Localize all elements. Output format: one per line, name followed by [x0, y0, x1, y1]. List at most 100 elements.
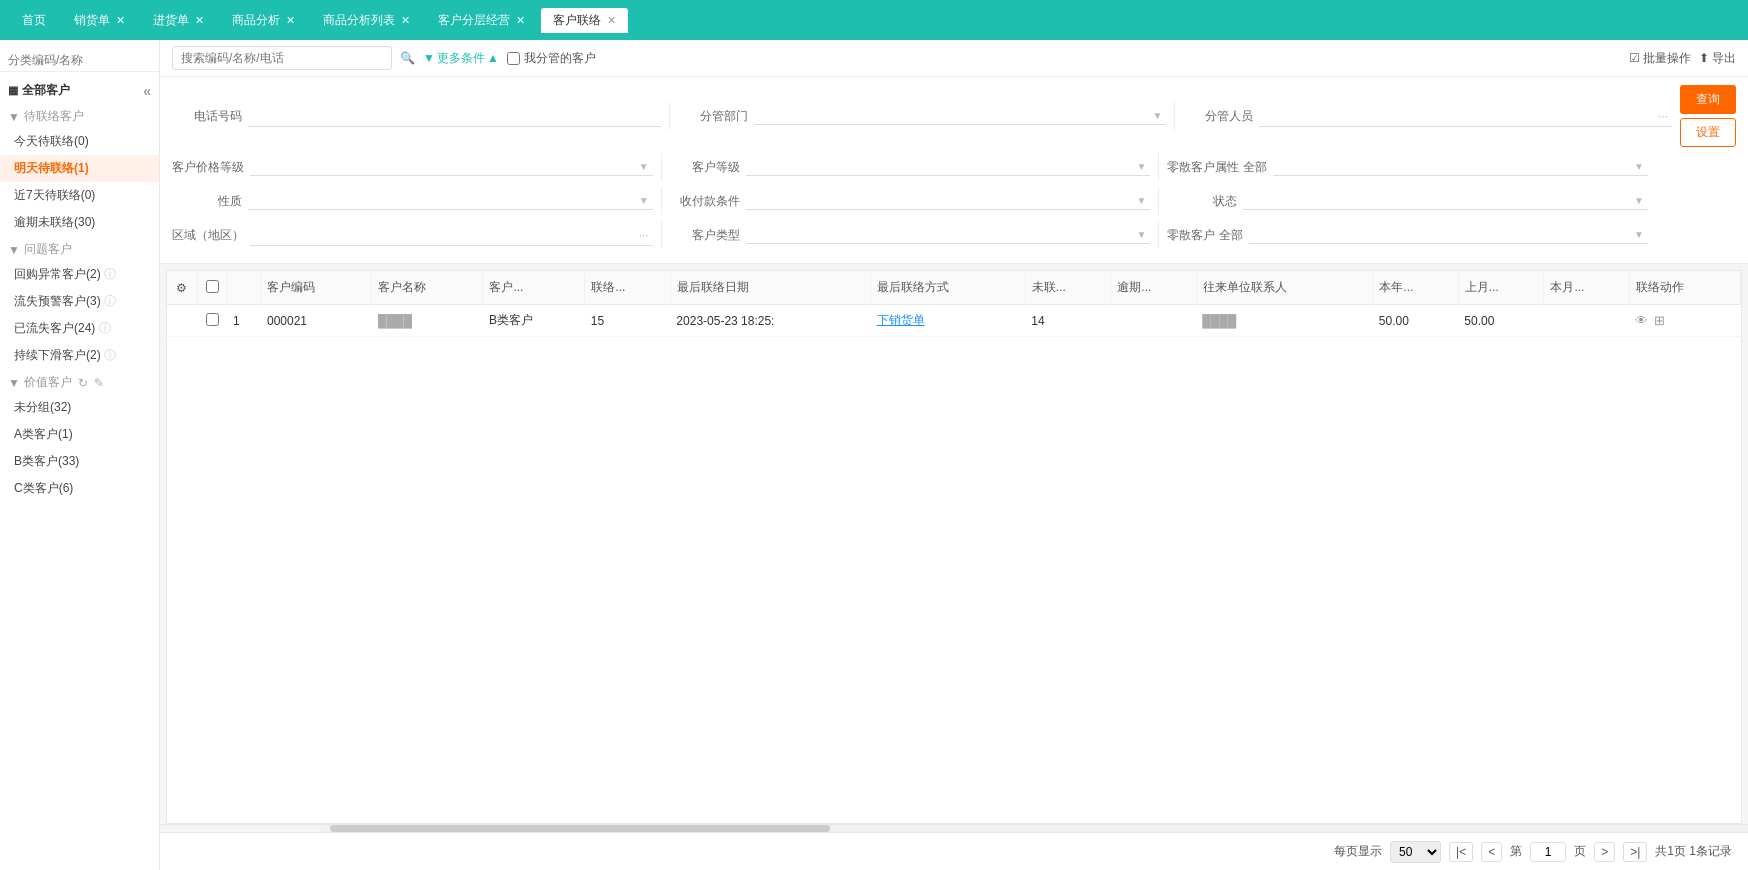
- my-customer-checkbox-label[interactable]: 我分管的客户: [507, 50, 596, 67]
- th-last-month[interactable]: 上月...: [1458, 271, 1544, 305]
- scrollbar-thumb[interactable]: [330, 825, 830, 832]
- customer-type-select[interactable]: ▼: [746, 226, 1151, 244]
- collapse-icon[interactable]: «: [143, 83, 151, 99]
- chevron-down-icon: ▼: [1136, 161, 1146, 172]
- sidebar-item-7day-contact[interactable]: 近7天待联络(0): [0, 182, 159, 209]
- customer-level-label: 客户等级: [670, 159, 740, 176]
- customer-level-select[interactable]: ▼: [746, 158, 1151, 176]
- filter-search-icon[interactable]: 🔍: [400, 51, 415, 65]
- td-this-month: [1544, 305, 1630, 337]
- td-last-month: 50.00: [1458, 305, 1544, 337]
- page-prefix-label: 第: [1510, 843, 1522, 860]
- batch-operation-button[interactable]: ☑ 批量操作: [1629, 50, 1691, 67]
- td-related-person: ████: [1196, 305, 1372, 337]
- status-label: 状态: [1167, 193, 1237, 210]
- close-icon[interactable]: ✕: [516, 14, 525, 27]
- close-icon[interactable]: ✕: [195, 14, 204, 27]
- page-number-input[interactable]: [1530, 842, 1566, 862]
- grid-icon: ▦: [8, 84, 18, 97]
- nav-sales-order[interactable]: 销货单 ✕: [62, 8, 137, 33]
- export-button[interactable]: ⬆ 导出: [1699, 50, 1736, 67]
- nav-product-analysis[interactable]: 商品分析 ✕: [220, 8, 307, 33]
- nav-customer-contact[interactable]: 客户联络 ✕: [541, 8, 628, 33]
- first-page-button[interactable]: |<: [1449, 842, 1473, 862]
- th-last-contact-date[interactable]: 最后联络日期: [670, 271, 870, 305]
- close-icon[interactable]: ✕: [286, 14, 295, 27]
- region-select[interactable]: ···: [250, 225, 653, 246]
- th-related-person[interactable]: 往来单位联系人: [1196, 271, 1372, 305]
- nature-select[interactable]: ▼: [248, 192, 653, 210]
- last-page-button[interactable]: >|: [1623, 842, 1647, 862]
- edit-icon[interactable]: ✎: [94, 376, 104, 390]
- th-customer-type[interactable]: 客户...: [483, 271, 585, 305]
- th-uncontacted[interactable]: 未联...: [1025, 271, 1111, 305]
- horizontal-scrollbar[interactable]: [160, 824, 1748, 832]
- nav-product-analysis-list[interactable]: 商品分析列表 ✕: [311, 8, 422, 33]
- th-customer-name[interactable]: 客户名称: [372, 271, 483, 305]
- phone-input[interactable]: [248, 106, 661, 127]
- sidebar-item-type-a[interactable]: A类客户(1): [0, 421, 159, 448]
- filter-panel: 电话号码 分管部门 ▼ 分管人员 ···: [160, 77, 1748, 264]
- manager-select[interactable]: ···: [1259, 106, 1672, 127]
- chevron-down-icon: ▼: [1152, 110, 1162, 121]
- th-this-month[interactable]: 本月...: [1544, 271, 1630, 305]
- sidebar-item-today-contact[interactable]: 今天待联络(0): [0, 128, 159, 155]
- row-checkbox[interactable]: [206, 313, 219, 326]
- grid-icon[interactable]: ⊞: [1654, 313, 1665, 328]
- prev-page-button[interactable]: <: [1481, 842, 1502, 862]
- sidebar-search-input[interactable]: [8, 53, 158, 67]
- close-icon[interactable]: ✕: [116, 14, 125, 27]
- filter-bar: 🔍 ▼ 更多条件 ▲ 我分管的客户 ☑ 批量操作 ⬆ 导出: [160, 40, 1748, 77]
- price-level-select[interactable]: ▼: [250, 158, 653, 176]
- sidebar-group-value: ▼ 价值客户 ↻ ✎: [0, 369, 159, 394]
- sidebar-item-type-c[interactable]: C类客户(6): [0, 475, 159, 502]
- nav-purchase-order[interactable]: 进货单 ✕: [141, 8, 216, 33]
- total-records-label: 共1页 1条记录: [1655, 843, 1732, 860]
- dept-select[interactable]: ▼: [754, 107, 1167, 125]
- nav-customer-segmentation[interactable]: 客户分层经营 ✕: [426, 8, 537, 33]
- sidebar-item-type-b[interactable]: B类客户(33): [0, 448, 159, 475]
- refresh-icon[interactable]: ↻: [78, 376, 88, 390]
- sidebar-item-tomorrow-contact[interactable]: 明天待联络(1): [0, 155, 159, 182]
- sidebar-all-customers[interactable]: ▦ 全部客户 «: [0, 78, 159, 103]
- filter-search-input[interactable]: [172, 46, 392, 70]
- per-page-select[interactable]: 50 20 100: [1390, 841, 1441, 863]
- info-icon: ⓘ: [104, 294, 116, 308]
- sidebar-item-churned[interactable]: 已流失客户(24) ⓘ: [0, 315, 159, 342]
- select-all-checkbox[interactable]: [206, 280, 219, 293]
- close-icon[interactable]: ✕: [607, 14, 616, 27]
- filter-field-nature: 性质 ▼: [172, 192, 653, 210]
- th-customer-code[interactable]: 客户编码: [261, 271, 372, 305]
- td-customer-code: 000021: [261, 305, 372, 337]
- next-page-button[interactable]: >: [1594, 842, 1615, 862]
- sidebar-item-ungrouped[interactable]: 未分组(32): [0, 394, 159, 421]
- sidebar-item-declining[interactable]: 持续下滑客户(2) ⓘ: [0, 342, 159, 369]
- close-icon[interactable]: ✕: [401, 14, 410, 27]
- status-select[interactable]: ▼: [1243, 192, 1648, 210]
- td-checkbox[interactable]: [197, 305, 227, 337]
- sidebar-item-overdue-contact[interactable]: 逾期未联络(30): [0, 209, 159, 236]
- retail-attr-select[interactable]: ▼: [1273, 158, 1648, 176]
- sidebar-item-churn-warning[interactable]: 流失预警客户(3) ⓘ: [0, 288, 159, 315]
- th-contact-count[interactable]: 联络...: [585, 271, 671, 305]
- nav-home[interactable]: 首页: [10, 8, 58, 33]
- my-customer-checkbox[interactable]: [507, 52, 520, 65]
- retail-customer-select[interactable]: ▼: [1249, 226, 1648, 244]
- th-checkbox[interactable]: [197, 271, 227, 305]
- divider: [1158, 221, 1159, 249]
- th-gear[interactable]: ⚙: [167, 271, 197, 305]
- more-filter-button[interactable]: ▼ 更多条件 ▲: [423, 50, 499, 67]
- th-overdue[interactable]: 逾期...: [1111, 271, 1197, 305]
- chevron-down-icon: ▼: [1136, 229, 1146, 240]
- payment-select[interactable]: ▼: [746, 192, 1151, 210]
- th-action: 联络动作: [1629, 271, 1740, 305]
- th-this-year[interactable]: 本年...: [1373, 271, 1459, 305]
- filter-field-price-level: 客户价格等级 ▼: [172, 158, 653, 176]
- query-button[interactable]: 查询: [1680, 85, 1736, 114]
- eye-icon[interactable]: 👁: [1635, 313, 1648, 328]
- td-last-contact-method[interactable]: 下销货单: [871, 305, 1026, 337]
- th-last-contact-method[interactable]: 最后联络方式: [871, 271, 1026, 305]
- settings-button[interactable]: 设置: [1680, 118, 1736, 147]
- chevron-down-icon: ▼: [639, 161, 649, 172]
- sidebar-item-abnormal-purchase[interactable]: 回购异常客户(2) ⓘ: [0, 261, 159, 288]
